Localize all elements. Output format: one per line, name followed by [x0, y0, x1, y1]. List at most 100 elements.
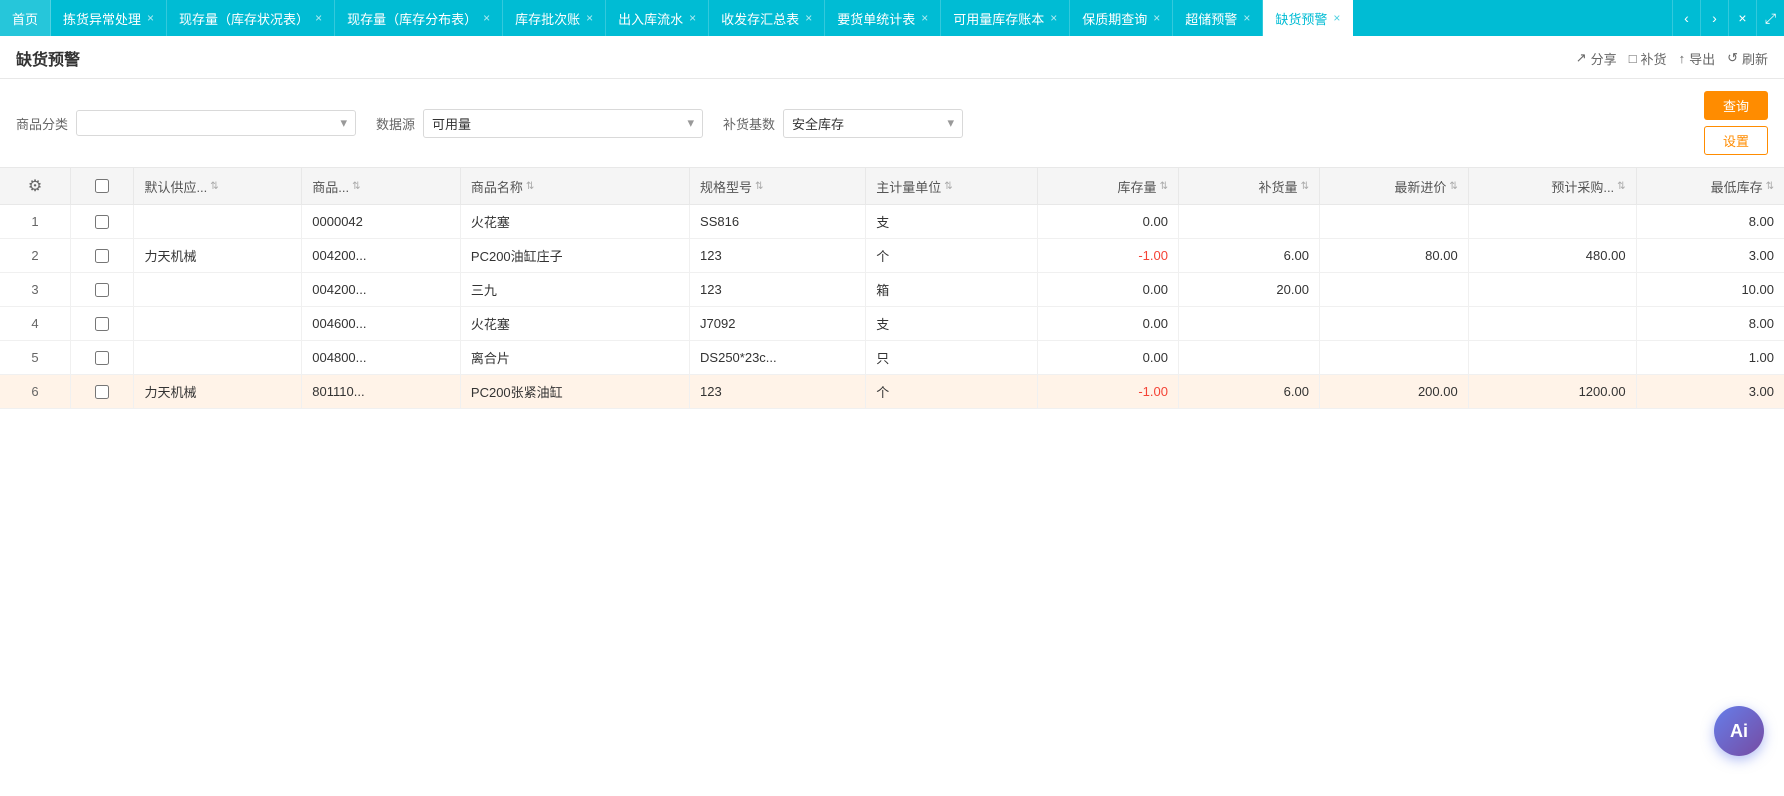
tab-close-order-stats[interactable]: × — [921, 12, 928, 24]
replenish-btn[interactable]: □ 补货 — [1629, 49, 1667, 68]
filter-category-select[interactable]: ▾ — [76, 110, 356, 136]
select-all-checkbox[interactable] — [95, 179, 109, 193]
export-btn[interactable]: ↑ 导出 — [1679, 49, 1716, 68]
tab-expiry[interactable]: 保质期查询 × — [1070, 0, 1173, 36]
tab-receive-summary[interactable]: 收发存汇总表 × — [709, 0, 825, 36]
cell-idx: 6 — [0, 375, 71, 409]
cell-replenish: 6.00 — [1178, 375, 1319, 409]
th-spec[interactable]: 规格型号 ⇅ — [690, 168, 866, 205]
th-estimated-buy[interactable]: 预计采购... ⇅ — [1468, 168, 1636, 205]
tab-order-stats[interactable]: 要货单统计表 × — [825, 0, 941, 36]
tab-fullscreen-btn[interactable]: ⤢ — [1756, 0, 1784, 36]
cell-estimated-buy — [1468, 307, 1636, 341]
tab-available-ledger[interactable]: 可用量库存账本 × — [941, 0, 1070, 36]
ai-button[interactable]: Ai — [1714, 706, 1764, 756]
tab-next-btn[interactable]: › — [1700, 0, 1728, 36]
cell-checkbox[interactable] — [71, 375, 134, 409]
cell-checkbox[interactable] — [71, 273, 134, 307]
tab-close-inout-flow[interactable]: × — [689, 12, 696, 24]
cell-supplier — [134, 273, 302, 307]
th-name[interactable]: 商品名称 ⇅ — [460, 168, 689, 205]
cell-replenish: 20.00 — [1178, 273, 1319, 307]
filter-replenish-basis-value: 安全库存 — [792, 114, 844, 133]
cell-latest-price: 200.00 — [1319, 375, 1468, 409]
cell-spec: SS816 — [690, 205, 866, 239]
tab-home[interactable]: 首页 — [0, 0, 51, 36]
cell-name: 火花塞 — [460, 205, 689, 239]
tab-close-available-ledger[interactable]: × — [1050, 12, 1057, 24]
tab-close-abnormal[interactable]: × — [147, 12, 154, 24]
cell-latest-price — [1319, 341, 1468, 375]
cell-checkbox[interactable] — [71, 239, 134, 273]
tab-close-receive-summary[interactable]: × — [805, 12, 812, 24]
cell-estimated-buy: 480.00 — [1468, 239, 1636, 273]
tab-stock-dist[interactable]: 现存量（库存分布表） × — [335, 0, 503, 36]
cell-name: 火花塞 — [460, 307, 689, 341]
tab-abnormal[interactable]: 拣货异常处理 × — [51, 0, 167, 36]
cell-estimated-buy: 1200.00 — [1468, 375, 1636, 409]
cell-stock: 0.00 — [1037, 341, 1178, 375]
cell-code: 004200... — [302, 239, 461, 273]
filter-replenish-basis-label: 补货基数 — [723, 114, 775, 133]
th-settings[interactable]: ⚙ — [0, 168, 71, 205]
tab-inout-flow[interactable]: 出入库流水 × — [606, 0, 709, 36]
cell-supplier: 力天机械 — [134, 375, 302, 409]
filter-replenish-basis-group: 补货基数 安全库存 ▾ — [723, 109, 963, 138]
row-checkbox[interactable] — [95, 385, 109, 399]
cell-checkbox[interactable] — [71, 341, 134, 375]
tab-close-overstock[interactable]: × — [1243, 12, 1250, 24]
th-code[interactable]: 商品... ⇅ — [302, 168, 461, 205]
cell-idx: 1 — [0, 205, 71, 239]
table-row: 3 004200... 三九 123 箱 0.00 20.00 10.00 — [0, 273, 1784, 307]
th-unit[interactable]: 主计量单位 ⇅ — [866, 168, 1038, 205]
tab-close-stock-status[interactable]: × — [315, 12, 322, 24]
tab-close-btn[interactable]: × — [1728, 0, 1756, 36]
cell-min-stock: 1.00 — [1636, 341, 1784, 375]
row-checkbox[interactable] — [95, 249, 109, 263]
tab-close-stock-dist[interactable]: × — [483, 12, 490, 24]
sort-icon-min-stock: ⇅ — [1766, 181, 1774, 192]
tab-close-batch-account[interactable]: × — [586, 12, 593, 24]
cell-estimated-buy — [1468, 341, 1636, 375]
tab-overstock[interactable]: 超储预警 × — [1173, 0, 1263, 36]
filter-datasource-select[interactable]: 可用量 ▾ — [423, 109, 703, 138]
cell-idx: 3 — [0, 273, 71, 307]
cell-checkbox[interactable] — [71, 205, 134, 239]
settings-button[interactable]: 设置 — [1704, 126, 1768, 155]
th-replenish[interactable]: 补货量 ⇅ — [1178, 168, 1319, 205]
cell-latest-price — [1319, 273, 1468, 307]
cell-stock: -1.00 — [1037, 375, 1178, 409]
filter-replenish-basis-select[interactable]: 安全库存 ▾ — [783, 109, 963, 138]
th-min-stock[interactable]: 最低库存 ⇅ — [1636, 168, 1784, 205]
cell-latest-price — [1319, 307, 1468, 341]
cell-replenish — [1178, 341, 1319, 375]
tab-close-shortage[interactable]: × — [1333, 12, 1340, 24]
share-btn[interactable]: ↗ 分享 — [1576, 49, 1617, 68]
cell-checkbox[interactable] — [71, 307, 134, 341]
th-supplier[interactable]: 默认供应... ⇅ — [134, 168, 302, 205]
tab-stock-status[interactable]: 现存量（库存状况表） × — [167, 0, 335, 36]
filter-datasource-arrow: ▾ — [688, 115, 695, 131]
row-checkbox[interactable] — [95, 351, 109, 365]
row-checkbox[interactable] — [95, 215, 109, 229]
cell-replenish — [1178, 205, 1319, 239]
refresh-btn[interactable]: ↺ 刷新 — [1727, 49, 1768, 68]
row-checkbox[interactable] — [95, 283, 109, 297]
tab-shortage[interactable]: 缺货预警 × — [1263, 0, 1353, 36]
cell-name: 三九 — [460, 273, 689, 307]
row-checkbox[interactable] — [95, 317, 109, 331]
th-stock[interactable]: 库存量 ⇅ — [1037, 168, 1178, 205]
sort-icon-name: ⇅ — [526, 181, 534, 192]
sort-icon-latest-price: ⇅ — [1449, 181, 1457, 192]
table-row: 4 004600... 火花塞 J7092 支 0.00 8.00 — [0, 307, 1784, 341]
query-button[interactable]: 查询 — [1704, 91, 1768, 120]
tab-close-expiry[interactable]: × — [1153, 12, 1160, 24]
th-latest-price[interactable]: 最新进价 ⇅ — [1319, 168, 1468, 205]
tab-prev-btn[interactable]: ‹ — [1672, 0, 1700, 36]
th-checkbox[interactable] — [71, 168, 134, 205]
cell-code: 004600... — [302, 307, 461, 341]
tab-bar: 首页 拣货异常处理 × 现存量（库存状况表） × 现存量（库存分布表） × 库存… — [0, 0, 1784, 36]
cell-unit: 个 — [866, 239, 1038, 273]
tab-batch-account[interactable]: 库存批次账 × — [503, 0, 606, 36]
cell-min-stock: 10.00 — [1636, 273, 1784, 307]
